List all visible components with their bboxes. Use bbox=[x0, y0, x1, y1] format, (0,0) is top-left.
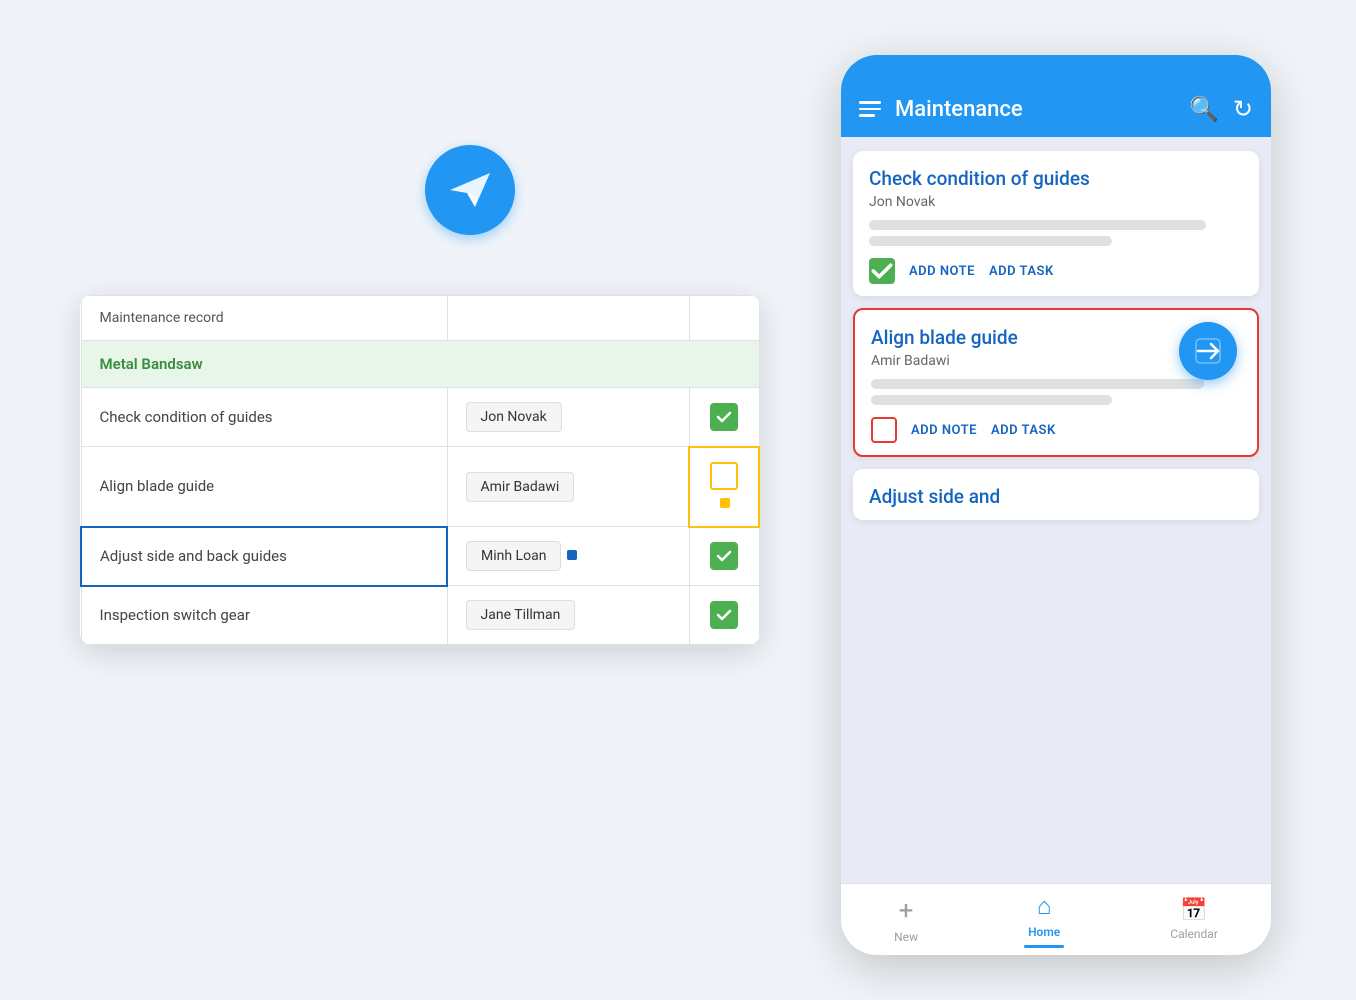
spreadsheet-card: Maintenance record Metal Bandsaw Check c… bbox=[80, 295, 760, 645]
checkbox-cell-1[interactable] bbox=[689, 388, 759, 447]
app-header: Maintenance 🔍 ↻ bbox=[841, 83, 1271, 137]
task-title-3: Adjust side and bbox=[869, 485, 1243, 508]
assignee-name-1: Jon Novak bbox=[466, 402, 562, 432]
task-checkbox-incomplete-2[interactable] bbox=[871, 417, 897, 443]
nav-label-calendar: Calendar bbox=[1170, 927, 1218, 941]
assignee-cell-4: Jane Tillman bbox=[447, 586, 689, 645]
add-note-button-2[interactable]: ADD NOTE bbox=[911, 423, 977, 438]
fab-navigate-button[interactable] bbox=[1179, 322, 1237, 380]
add-task-button-2[interactable]: ADD TASK bbox=[991, 423, 1056, 438]
nav-label-home: Home bbox=[1028, 925, 1060, 939]
checkbox-cell-3[interactable] bbox=[689, 527, 759, 586]
assignee-name-4: Jane Tillman bbox=[466, 600, 576, 630]
checkbox-empty-2[interactable] bbox=[710, 462, 738, 490]
nav-item-calendar[interactable]: 📅 Calendar bbox=[1150, 890, 1238, 949]
task-name-1: Check condition of guides bbox=[81, 388, 447, 447]
task-card-2[interactable]: Align blade guide Amir Badawi ADD NOTE A… bbox=[853, 308, 1259, 457]
assignee-cell-1: Jon Novak bbox=[447, 388, 689, 447]
task-line-detail bbox=[871, 379, 1204, 389]
task-actions-2: ADD NOTE ADD TASK bbox=[871, 417, 1241, 443]
app-title: Maintenance bbox=[895, 97, 1023, 122]
task-name-3: Adjust side and back guides bbox=[81, 527, 447, 586]
header-col3 bbox=[689, 296, 759, 341]
add-task-button-1[interactable]: ADD TASK bbox=[989, 264, 1054, 279]
blue-handle bbox=[567, 550, 577, 560]
task-lines-1 bbox=[869, 220, 1243, 246]
task-line-detail bbox=[871, 395, 1112, 405]
checkbox-cell-4[interactable] bbox=[689, 586, 759, 645]
table-row[interactable]: Align blade guide Amir Badawi bbox=[81, 447, 759, 527]
phone-card: Maintenance 🔍 ↻ Check condition of guide… bbox=[841, 55, 1271, 955]
nav-active-indicator bbox=[1024, 945, 1064, 948]
add-note-button-1[interactable]: ADD NOTE bbox=[909, 264, 975, 279]
spreadsheet-header-row: Maintenance record bbox=[81, 296, 759, 341]
checkbox-green-4[interactable] bbox=[710, 601, 738, 629]
task-card-1[interactable]: Check condition of guides Jon Novak ADD … bbox=[853, 151, 1259, 296]
home-icon: ⌂ bbox=[1037, 892, 1052, 921]
task-title-1: Check condition of guides bbox=[869, 167, 1243, 190]
nav-label-new: New bbox=[894, 930, 918, 944]
nav-item-home[interactable]: ⌂ Home bbox=[1004, 884, 1084, 956]
checkbox-cell-2[interactable] bbox=[689, 447, 759, 527]
refresh-icon[interactable]: ↻ bbox=[1233, 95, 1253, 123]
task-line-detail bbox=[869, 236, 1112, 246]
assignee-cell-2: Amir Badawi bbox=[447, 447, 689, 527]
task-name-2: Align blade guide bbox=[81, 447, 447, 527]
section-row-metal-bandsaw: Metal Bandsaw bbox=[81, 341, 759, 388]
nav-item-new[interactable]: + New bbox=[874, 888, 938, 952]
header-col1: Maintenance record bbox=[81, 296, 447, 341]
task-name-4: Inspection switch gear bbox=[81, 586, 447, 645]
task-lines-2 bbox=[871, 379, 1241, 405]
checkbox-green-3[interactable] bbox=[710, 542, 738, 570]
paper-plane-logo bbox=[425, 145, 515, 235]
app-header-left: Maintenance bbox=[859, 97, 1023, 122]
task-line-detail bbox=[869, 220, 1206, 230]
calendar-icon: 📅 bbox=[1180, 898, 1207, 923]
table-row[interactable]: Check condition of guides Jon Novak bbox=[81, 388, 759, 447]
phone-status-bar bbox=[841, 55, 1271, 83]
section-label: Metal Bandsaw bbox=[81, 341, 759, 388]
task-checkbox-completed-1[interactable] bbox=[869, 258, 895, 284]
checkbox-green-1[interactable] bbox=[710, 403, 738, 431]
assignee-name-2: Amir Badawi bbox=[466, 472, 575, 502]
app-header-icons: 🔍 ↻ bbox=[1189, 95, 1253, 123]
search-icon[interactable]: 🔍 bbox=[1189, 95, 1219, 123]
hamburger-menu-icon[interactable] bbox=[859, 101, 881, 117]
app-content: Check condition of guides Jon Novak ADD … bbox=[841, 137, 1271, 883]
plus-icon: + bbox=[899, 896, 914, 926]
task-actions-1: ADD NOTE ADD TASK bbox=[869, 258, 1243, 284]
table-row[interactable]: Inspection switch gear Jane Tillman bbox=[81, 586, 759, 645]
assignee-cell-3: Minh Loan bbox=[447, 527, 689, 586]
bottom-nav: + New ⌂ Home 📅 Calendar bbox=[841, 883, 1271, 955]
yellow-handle bbox=[720, 498, 730, 508]
header-col2 bbox=[447, 296, 689, 341]
table-row[interactable]: Adjust side and back guides Minh Loan bbox=[81, 527, 759, 586]
task-assignee-1: Jon Novak bbox=[869, 194, 1243, 210]
assignee-name-3: Minh Loan bbox=[466, 541, 561, 571]
task-card-3-partial[interactable]: Adjust side and bbox=[853, 469, 1259, 520]
